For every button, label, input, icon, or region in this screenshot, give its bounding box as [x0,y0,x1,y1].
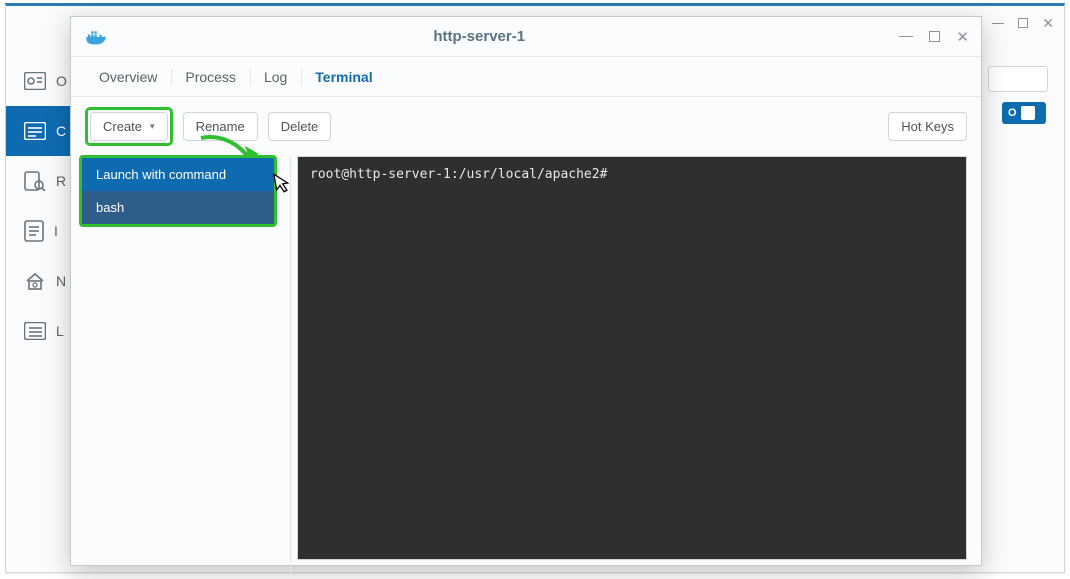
terminal-output[interactable]: root@http-server-1:/usr/local/apache2# [297,156,967,560]
tab-label: Log [264,69,287,85]
toggle-label: O [1008,107,1017,119]
tab-log[interactable]: Log [250,57,301,97]
list-icon [24,322,46,340]
rename-button[interactable]: Rename [183,112,258,141]
page-lines-icon [24,220,44,242]
sidebar-item-network[interactable]: N [6,256,70,306]
toggle-knob-icon [1021,106,1035,120]
sidebar-item-registry[interactable]: R [6,156,70,206]
button-label: Delete [281,119,319,134]
dropdown-item-bash[interactable]: bash [82,191,274,224]
sidebar-item-container[interactable]: C [6,106,70,156]
sidebar-item-overview[interactable]: O [6,56,70,106]
minimize-icon[interactable] [992,23,1004,24]
window-title: http-server-1 [59,28,899,45]
sidebar-item-label: C [56,123,66,139]
button-label: Hot Keys [901,119,954,134]
close-icon[interactable] [956,28,969,46]
terminal-prompt: root@http-server-1:/usr/local/apache2# [310,167,607,182]
dropdown-item-launch-with-command[interactable]: Launch with command [82,158,274,191]
create-button[interactable]: Create ▾ [90,112,168,141]
background-sidebar: O C R I N L [6,48,70,568]
cursor-pointer-icon [271,171,293,201]
tab-terminal[interactable]: Terminal [301,57,386,97]
tab-bar: Overview Process Log Terminal [71,57,981,97]
sidebar-item-label: I [54,223,58,239]
hot-keys-button[interactable]: Hot Keys [888,112,967,141]
annotation-highlight-create: Create ▾ [85,107,173,146]
sidebar-item-label: L [56,323,64,339]
tab-process[interactable]: Process [171,57,250,97]
maximize-icon[interactable] [1018,18,1028,28]
home-net-icon [24,271,46,291]
tab-label: Process [185,69,236,85]
chevron-down-icon: ▾ [150,121,155,132]
tab-overview[interactable]: Overview [85,57,171,97]
sidebar-item-label: R [56,173,66,189]
maximize-icon[interactable] [929,31,940,42]
container-detail-window: http-server-1 Overview Process Log Termi… [70,16,982,566]
background-toggle[interactable]: O [1002,102,1046,124]
button-label: Rename [196,119,245,134]
tab-label: Overview [99,69,157,85]
toolbar: Create ▾ Rename Delete Hot Keys [71,97,981,156]
tab-label: Terminal [315,69,372,85]
create-dropdown: Launch with command bash [79,155,277,227]
button-label: Create [103,119,142,134]
minimize-icon[interactable] [899,36,913,37]
sidebar-item-label: O [56,73,67,89]
delete-button[interactable]: Delete [268,112,332,141]
profile-card-icon [24,72,46,90]
sidebar-item-label: N [56,273,66,289]
terminal-session-list: Launch with command bash [71,156,291,574]
background-search-input[interactable] [988,66,1048,92]
titlebar: http-server-1 [71,17,981,57]
sidebar-item-log[interactable]: L [6,306,70,356]
list-panel-icon [24,122,46,140]
sidebar-item-image[interactable]: I [6,206,70,256]
dropdown-item-label: bash [96,200,124,215]
close-icon[interactable] [1042,15,1054,32]
search-page-icon [24,171,46,191]
dropdown-item-label: Launch with command [96,167,226,182]
